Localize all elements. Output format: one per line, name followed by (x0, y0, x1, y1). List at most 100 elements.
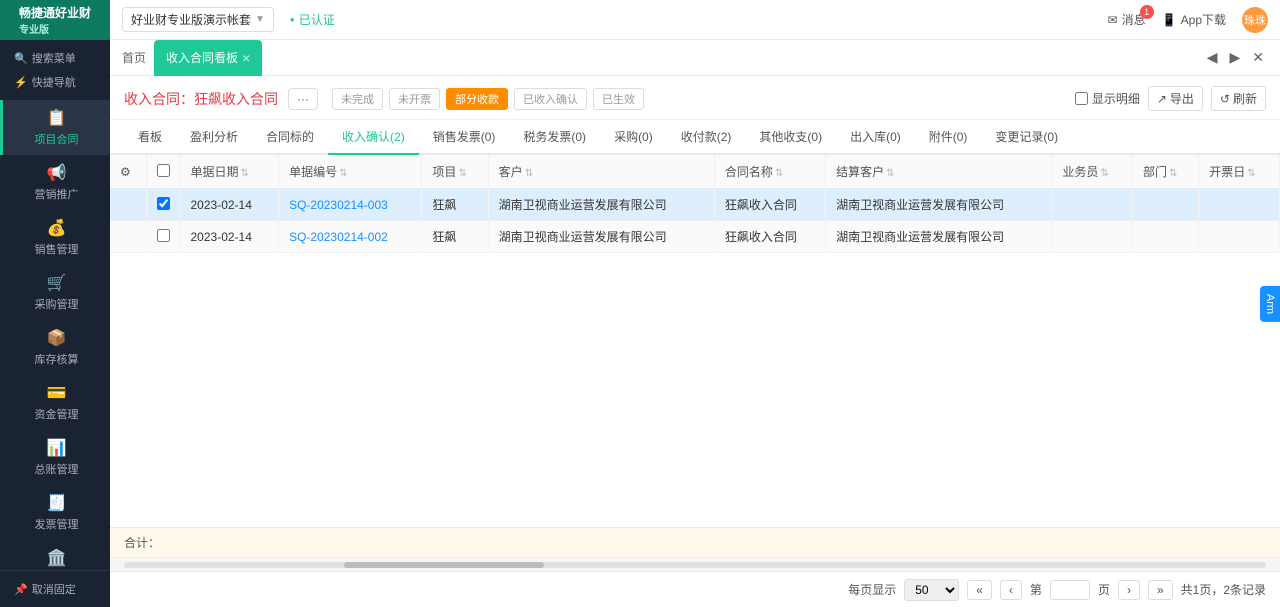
page-content: 收入合同：狂飙收入合同 ··· 未完成未开票部分收款已收入确认已生效 显示明细 … (110, 76, 1280, 607)
row-settings[interactable] (110, 189, 146, 221)
tab-close-all-button[interactable]: ✕ (1248, 47, 1268, 68)
tab-next-button[interactable]: ▶ (1225, 47, 1244, 68)
scrollbar-track (124, 562, 1266, 568)
prev-page-button[interactable]: ‹ (1000, 580, 1022, 600)
nav-icon-invoice: 🧾 (47, 493, 67, 513)
message-action[interactable]: ✉ 消息 1 (1108, 11, 1146, 28)
checkbox-col-header (146, 155, 180, 189)
sub-tab-销售发票[interactable]: 销售发票(0) (419, 120, 510, 155)
topbar: 好业财专业版演示帐套 ▼ 已认证 ✉ 消息 1 📱 App下载 珠珠 (110, 0, 1280, 40)
sub-tab-税务发票[interactable]: 税务发票(0) (509, 120, 600, 155)
row-project: 狂飙 (422, 221, 488, 253)
search-icon: 🔍 (14, 52, 28, 65)
row-checkbox-cell[interactable] (146, 189, 180, 221)
sub-tab-出入库[interactable]: 出入库(0) (836, 120, 915, 155)
row-number[interactable]: SQ-20230214-003 (279, 189, 422, 221)
sub-tab-合同标的[interactable]: 合同标的 (252, 120, 328, 155)
sub-tab-其他收支[interactable]: 其他收支(0) (745, 120, 836, 155)
customer-sort-icon[interactable]: ⇅ (525, 168, 533, 179)
number-sort-icon[interactable]: ⇅ (339, 168, 347, 179)
sub-tab-变更记录[interactable]: 变更记录(0) (981, 120, 1072, 155)
nav-icon-accounting: 📊 (47, 438, 67, 458)
page-size-select[interactable]: 2050100200 (904, 579, 959, 601)
select-all-checkbox[interactable] (157, 164, 170, 177)
sidebar-item-accounting[interactable]: 📊 总账管理 (0, 430, 110, 485)
message-badge: 1 (1140, 5, 1154, 19)
nav-label-purchase: 采购管理 (35, 296, 79, 312)
table-row[interactable]: 2023-02-14 SQ-20230214-003 狂飙 湖南卫视商业运营发展… (110, 189, 1280, 221)
row-department (1132, 221, 1198, 253)
sidebar-item-inventory[interactable]: 📦库存核算 (0, 320, 110, 375)
sidebar-item-sales[interactable]: 💰销售管理 (0, 210, 110, 265)
search-menu-item[interactable]: 🔍 搜索菜单 (8, 46, 102, 70)
page-label-before: 第 (1030, 581, 1042, 598)
cancel-fixed-item[interactable]: 📌 取消固定 (8, 577, 102, 601)
nav-label-project: 项目合同 (35, 131, 79, 147)
next-page-button[interactable]: › (1118, 580, 1140, 600)
company-name: 好业财专业版演示帐套 (131, 11, 251, 28)
current-page-input[interactable]: 1 (1050, 580, 1090, 600)
row-project: 狂飙 (422, 189, 488, 221)
last-page-button[interactable]: » (1148, 580, 1173, 600)
status-tag-未开票[interactable]: 未开票 (389, 88, 440, 110)
status-tag-已收入确认[interactable]: 已收入确认 (514, 88, 587, 110)
sub-tab-盈利分析[interactable]: 盈利分析 (176, 120, 252, 155)
row-settings[interactable] (110, 221, 146, 253)
department-sort-icon[interactable]: ⇅ (1169, 168, 1177, 179)
row-checkbox-cell[interactable] (146, 221, 180, 253)
sidebar-item-funds[interactable]: 💳资金管理 (0, 375, 110, 430)
row-number[interactable]: SQ-20230214-002 (279, 221, 422, 253)
status-tag-部分收款[interactable]: 部分收款 (446, 88, 508, 110)
show-detail-label: 显示明细 (1092, 90, 1140, 107)
row-checkbox[interactable] (157, 229, 170, 242)
first-page-button[interactable]: « (967, 580, 992, 600)
sub-tab-看板[interactable]: 看板 (124, 120, 176, 155)
more-actions-button[interactable]: ··· (288, 88, 318, 110)
app-download-action[interactable]: 📱 App下载 (1162, 11, 1226, 28)
sub-tab-附件[interactable]: 附件(0) (915, 120, 982, 155)
status-tag-未完成[interactable]: 未完成 (332, 88, 383, 110)
export-button[interactable]: ↗ 导出 (1148, 86, 1203, 111)
row-number-link[interactable]: SQ-20230214-003 (289, 198, 388, 212)
show-detail-checkbox-label[interactable]: 显示明细 (1075, 90, 1140, 107)
tab-prev-button[interactable]: ◀ (1203, 47, 1222, 68)
nav-label-accounting: 总账管理 (35, 461, 79, 477)
chevron-down-icon: ▼ (255, 14, 265, 25)
pagination: 每页显示 2050100200 « ‹ 第 1 页 › » 共1页，2条记录 (110, 571, 1280, 607)
active-tab[interactable]: 收入合同看板 × (154, 40, 262, 76)
sidebar-item-tax[interactable]: 🏛️税务管理 (0, 540, 110, 570)
scrollbar-thumb[interactable] (344, 562, 544, 568)
sub-tab-收入确认[interactable]: 收入确认(2) (328, 120, 419, 155)
date-sort-icon[interactable]: ⇅ (241, 168, 249, 179)
refresh-button[interactable]: ↺ 刷新 (1211, 86, 1266, 111)
phone-icon: 📱 (1162, 13, 1177, 27)
close-tab-button[interactable]: × (242, 51, 250, 65)
status-tag-已生效[interactable]: 已生效 (593, 88, 644, 110)
row-customer: 湖南卫视商业运营发展有限公司 (488, 221, 714, 253)
sidebar-item-invoice[interactable]: 🧾发票管理 (0, 485, 110, 540)
company-selector[interactable]: 好业财专业版演示帐套 ▼ (122, 7, 274, 32)
settings-icon[interactable]: ⚙ (120, 165, 131, 179)
right-float-panel-button[interactable]: Arm (1260, 285, 1280, 321)
sub-tab-收付款[interactable]: 收付款(2) (667, 120, 746, 155)
sub-tab-采购[interactable]: 采购(0) (600, 120, 667, 155)
salesperson-sort-icon[interactable]: ⇅ (1100, 168, 1108, 179)
row-number-link[interactable]: SQ-20230214-002 (289, 230, 388, 244)
contract-name-sort-icon[interactable]: ⇅ (775, 168, 783, 179)
breadcrumb-home[interactable]: 首页 (122, 49, 146, 66)
table-row[interactable]: 2023-02-14 SQ-20230214-002 狂飙 湖南卫视商业运营发展… (110, 221, 1280, 253)
sidebar-item-project[interactable]: 📋项目合同 (0, 100, 110, 155)
scrollbar-area (110, 557, 1280, 571)
result-customer-sort-icon[interactable]: ⇅ (886, 168, 894, 179)
user-avatar[interactable]: 珠珠 (1242, 7, 1268, 33)
bill-date-sort-icon[interactable]: ⇅ (1247, 168, 1255, 179)
row-checkbox[interactable] (157, 197, 170, 210)
show-detail-checkbox[interactable] (1075, 92, 1088, 105)
department-col-header: 部门⇅ (1132, 155, 1198, 189)
date-col-header: 单据日期⇅ (180, 155, 279, 189)
quick-nav-item[interactable]: ⚡ 快捷导航 (8, 70, 102, 94)
sidebar-item-marketing[interactable]: 📢营销推广 (0, 155, 110, 210)
project-sort-icon[interactable]: ⇅ (458, 168, 466, 179)
row-bill-date (1199, 221, 1280, 253)
sidebar-item-purchase[interactable]: 🛒采购管理 (0, 265, 110, 320)
